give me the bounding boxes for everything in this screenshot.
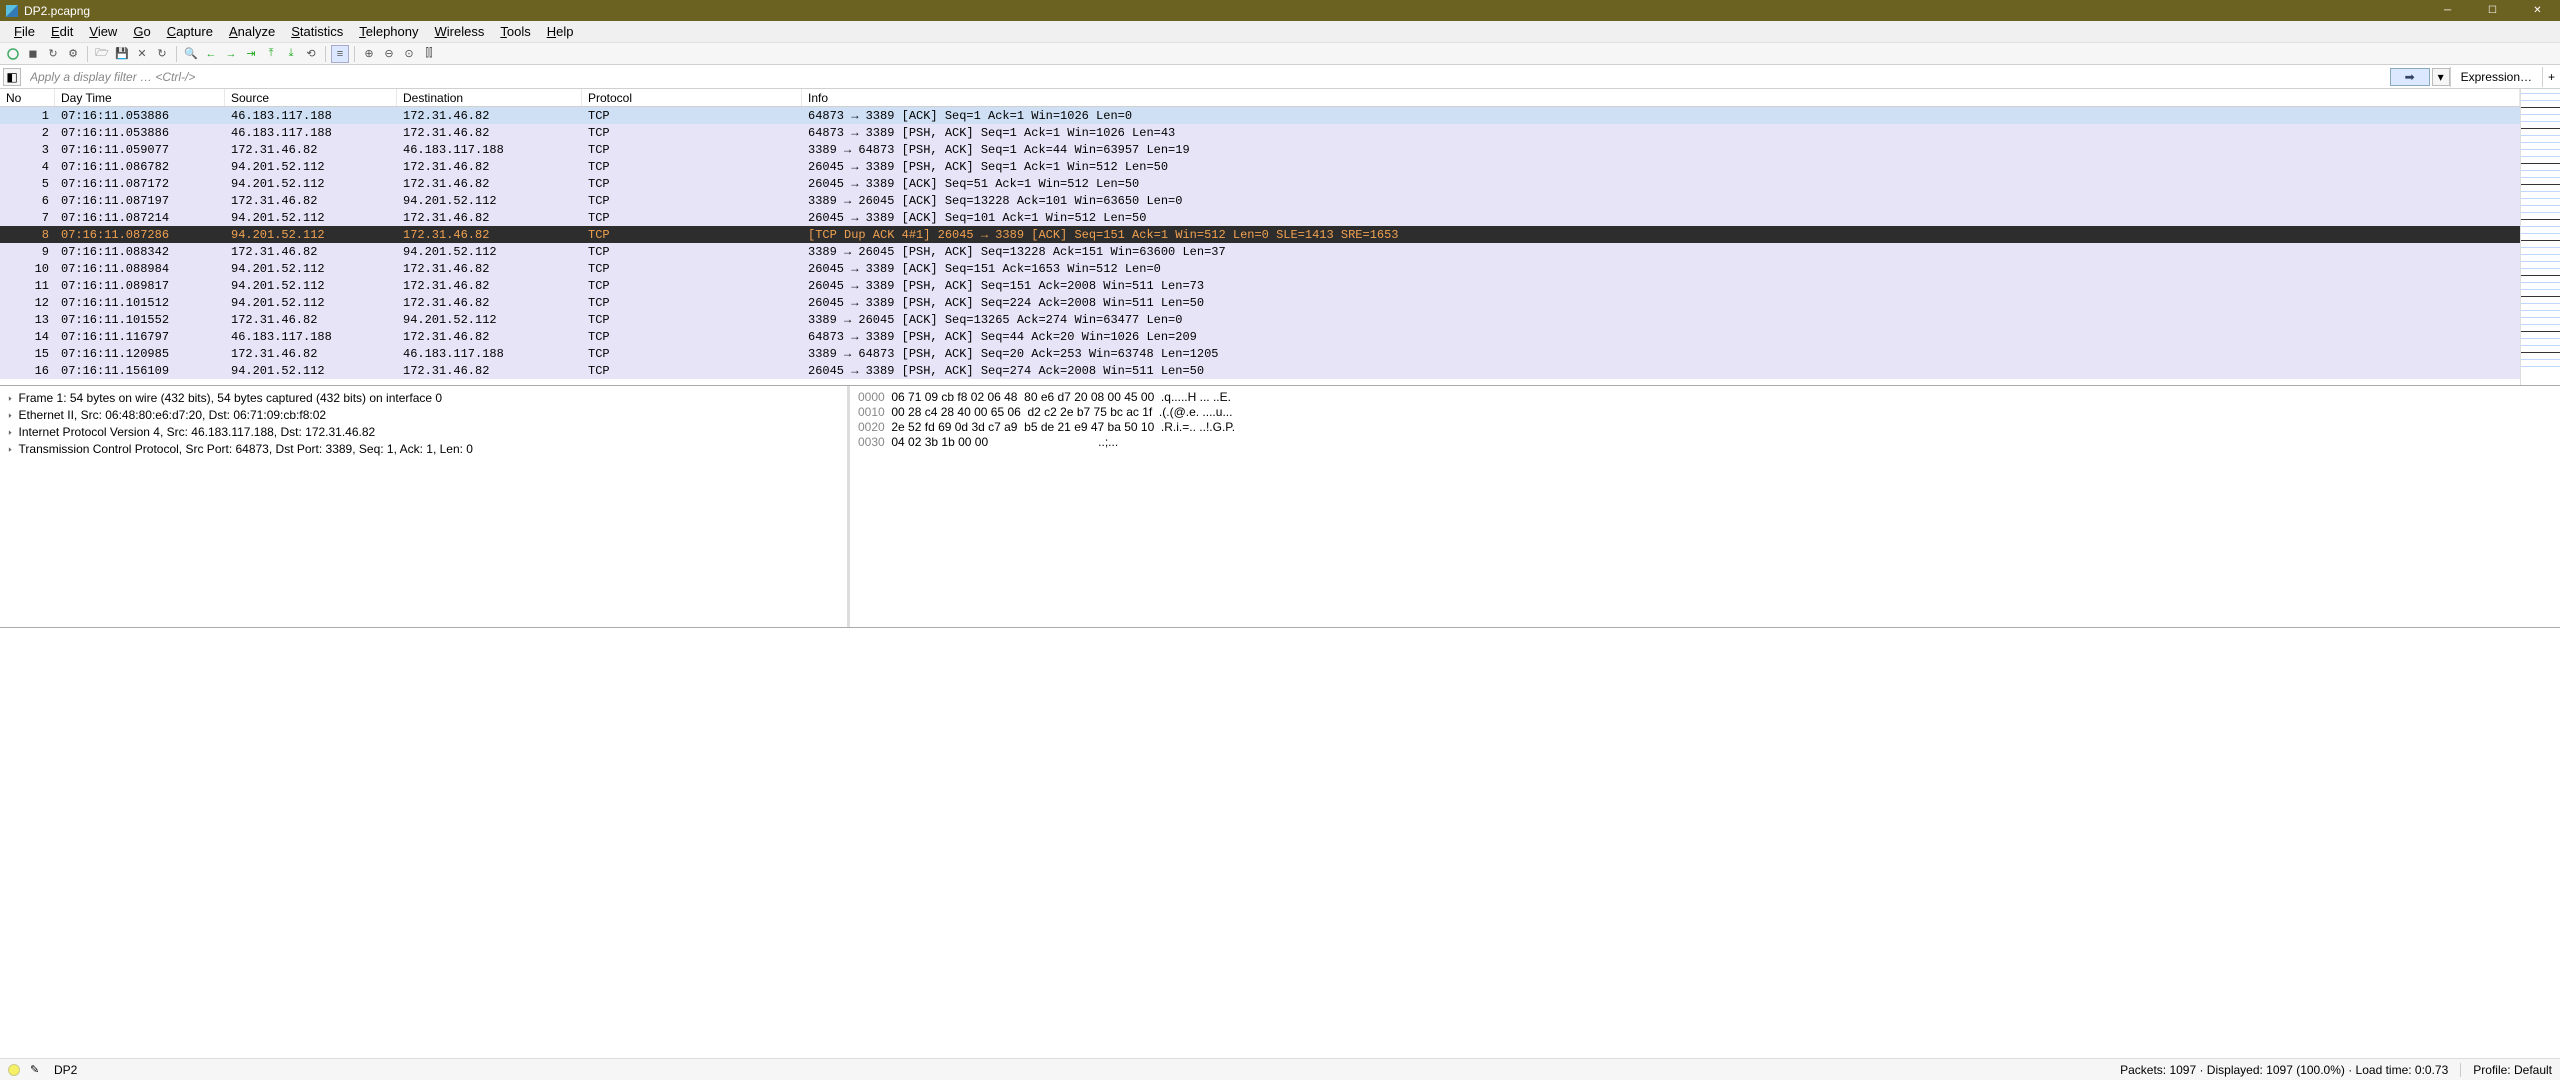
packet-row[interactable]: 1607:16:11.15610994.201.52.112172.31.46.… (0, 362, 2520, 379)
packet-details-tree[interactable]: Frame 1: 54 bytes on wire (432 bits), 54… (0, 386, 850, 627)
go-forward-icon[interactable]: → (222, 45, 240, 63)
zoom-out-icon[interactable]: ⊖ (380, 45, 398, 63)
main-toolbar: ◼ ↻ ⚙ 🗁 💾 ✕ ↻ 🔍 ← → ⇥ ⤒ ⤓ ⟲ ≡ ⊕ ⊖ ⊙ ⫿⫿ (0, 43, 2560, 65)
expert-info-led[interactable] (8, 1064, 20, 1076)
reload-file-icon[interactable]: ↻ (153, 45, 171, 63)
packet-row[interactable]: 1407:16:11.11679746.183.117.188172.31.46… (0, 328, 2520, 345)
packet-row[interactable]: 907:16:11.088342172.31.46.8294.201.52.11… (0, 243, 2520, 260)
packet-row[interactable]: 707:16:11.08721494.201.52.112172.31.46.8… (0, 209, 2520, 226)
tree-node[interactable]: Frame 1: 54 bytes on wire (432 bits), 54… (8, 390, 839, 407)
status-bar: ✎ DP2 Packets: 1097 · Displayed: 1097 (1… (0, 1058, 2560, 1080)
filter-expression-button[interactable]: Expression… (2450, 67, 2542, 87)
menu-statistics[interactable]: Statistics (283, 22, 351, 41)
close-button[interactable]: ✕ (2515, 0, 2560, 21)
menu-telephony[interactable]: Telephony (351, 22, 426, 41)
packet-row[interactable]: 1107:16:11.08981794.201.52.112172.31.46.… (0, 277, 2520, 294)
packet-bytes-hex[interactable]: 0000 06 71 09 cb f8 02 06 48 80 e6 d7 20… (850, 386, 2560, 627)
packet-list-pane: No Day Time Source Destination Protocol … (0, 89, 2560, 386)
packet-row[interactable]: 307:16:11.059077172.31.46.8246.183.117.1… (0, 141, 2520, 158)
auto-scroll-icon[interactable]: ⟲ (302, 45, 320, 63)
tree-node[interactable]: Internet Protocol Version 4, Src: 46.183… (8, 424, 839, 441)
filter-apply-button[interactable]: ➡ (2390, 68, 2430, 86)
filter-toolbar: ◧ ➡ ▾ Expression… + (0, 65, 2560, 89)
column-time[interactable]: Day Time (55, 89, 225, 106)
packet-minimap[interactable] (2520, 89, 2560, 385)
filter-bookmark-icon[interactable]: ◧ (3, 68, 21, 86)
status-file: DP2 (54, 1063, 77, 1077)
packet-list-header: No Day Time Source Destination Protocol … (0, 89, 2520, 107)
stop-capture-icon[interactable]: ◼ (24, 45, 42, 63)
detail-pane: Frame 1: 54 bytes on wire (432 bits), 54… (0, 386, 2560, 628)
menu-capture[interactable]: Capture (159, 22, 221, 41)
app-icon (6, 5, 18, 17)
menu-edit[interactable]: Edit (43, 22, 81, 41)
packet-row[interactable]: 107:16:11.05388646.183.117.188172.31.46.… (0, 107, 2520, 124)
close-file-icon[interactable]: ✕ (133, 45, 151, 63)
status-packets: Packets: 1097 · Displayed: 1097 (100.0%)… (2120, 1063, 2448, 1077)
column-no[interactable]: No (0, 89, 55, 106)
zoom-reset-icon[interactable]: ⊙ (400, 45, 418, 63)
column-source[interactable]: Source (225, 89, 397, 106)
packet-row[interactable]: 807:16:11.08728694.201.52.112172.31.46.8… (0, 226, 2520, 243)
menu-help[interactable]: Help (539, 22, 582, 41)
packet-row[interactable]: 207:16:11.05388646.183.117.188172.31.46.… (0, 124, 2520, 141)
go-first-icon[interactable]: ⤒ (262, 45, 280, 63)
hex-line[interactable]: 0010 00 28 c4 28 40 00 65 06 d2 c2 2e b7… (858, 405, 2552, 420)
window-title: DP2.pcapng (24, 4, 2425, 18)
open-file-icon[interactable]: 🗁 (93, 45, 111, 63)
start-capture-icon[interactable] (4, 45, 22, 63)
packet-row[interactable]: 1207:16:11.10151294.201.52.112172.31.46.… (0, 294, 2520, 311)
title-bar: DP2.pcapng ─ ☐ ✕ (0, 0, 2560, 21)
edit-capture-icon[interactable]: ✎ (30, 1063, 44, 1077)
menu-bar: FileEditViewGoCaptureAnalyzeStatisticsTe… (0, 21, 2560, 43)
hex-line[interactable]: 0000 06 71 09 cb f8 02 06 48 80 e6 d7 20… (858, 390, 2552, 405)
packet-row[interactable]: 1007:16:11.08898494.201.52.112172.31.46.… (0, 260, 2520, 277)
minimize-button[interactable]: ─ (2425, 0, 2470, 21)
column-dest[interactable]: Destination (397, 89, 582, 106)
packet-row[interactable]: 507:16:11.08717294.201.52.112172.31.46.8… (0, 175, 2520, 192)
packet-list-body: 107:16:11.05388646.183.117.188172.31.46.… (0, 107, 2520, 379)
find-packet-icon[interactable]: 🔍 (182, 45, 200, 63)
packet-row[interactable]: 1507:16:11.120985172.31.46.8246.183.117.… (0, 345, 2520, 362)
go-to-packet-icon[interactable]: ⇥ (242, 45, 260, 63)
go-last-icon[interactable]: ⤓ (282, 45, 300, 63)
menu-tools[interactable]: Tools (492, 22, 538, 41)
hex-line[interactable]: 0020 2e 52 fd 69 0d 3d c7 a9 b5 de 21 e9… (858, 420, 2552, 435)
restart-capture-icon[interactable]: ↻ (44, 45, 62, 63)
menu-file[interactable]: File (6, 22, 43, 41)
go-back-icon[interactable]: ← (202, 45, 220, 63)
packet-row[interactable]: 607:16:11.087197172.31.46.8294.201.52.11… (0, 192, 2520, 209)
menu-go[interactable]: Go (125, 22, 158, 41)
status-profile[interactable]: Profile: Default (2473, 1063, 2552, 1077)
capture-options-icon[interactable]: ⚙ (64, 45, 82, 63)
menu-analyze[interactable]: Analyze (221, 22, 283, 41)
packet-row[interactable]: 407:16:11.08678294.201.52.112172.31.46.8… (0, 158, 2520, 175)
save-file-icon[interactable]: 💾 (113, 45, 131, 63)
tree-node[interactable]: Ethernet II, Src: 06:48:80:e6:d7:20, Dst… (8, 407, 839, 424)
menu-wireless[interactable]: Wireless (427, 22, 493, 41)
resize-columns-icon[interactable]: ⫿⫿ (420, 45, 438, 63)
filter-add-button[interactable]: + (2542, 67, 2560, 87)
filter-history-dropdown[interactable]: ▾ (2432, 68, 2450, 86)
display-filter-input[interactable] (24, 67, 2388, 87)
maximize-button[interactable]: ☐ (2470, 0, 2515, 21)
column-info[interactable]: Info (802, 89, 2520, 106)
packet-row[interactable]: 1307:16:11.101552172.31.46.8294.201.52.1… (0, 311, 2520, 328)
zoom-in-icon[interactable]: ⊕ (360, 45, 378, 63)
hex-line[interactable]: 0030 04 02 3b 1b 00 00 ..;... (858, 435, 2552, 450)
colorize-icon[interactable]: ≡ (331, 45, 349, 63)
menu-view[interactable]: View (81, 22, 125, 41)
tree-node[interactable]: Transmission Control Protocol, Src Port:… (8, 441, 839, 458)
column-protocol[interactable]: Protocol (582, 89, 802, 106)
